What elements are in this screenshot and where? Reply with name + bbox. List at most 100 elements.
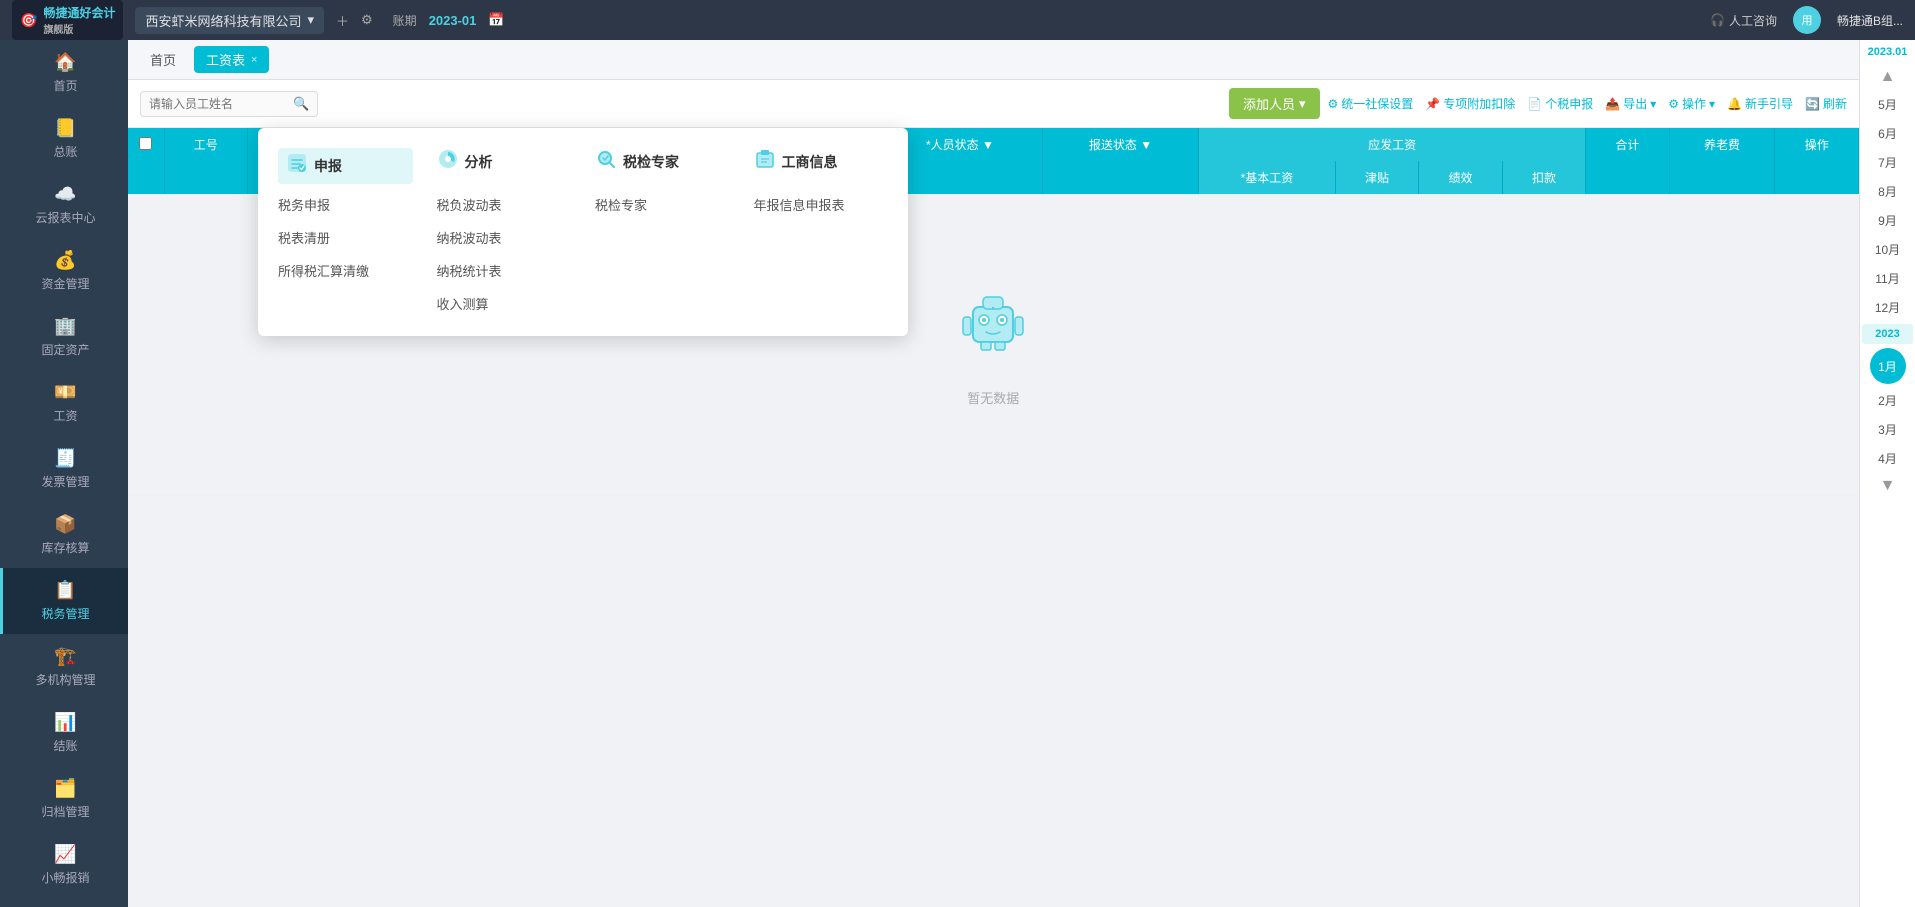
toolbar-anchor: 🔍 添加人员 ▾ ⚙ 统一社保设置 📌 专项附加扣除 (128, 80, 1859, 128)
menu-item-tax-expert[interactable]: 税检专家 (595, 192, 730, 217)
period-label: 账期 (393, 12, 417, 29)
menu-item-annual-report[interactable]: 年报信息申报表 (754, 192, 889, 217)
salary-icon: 💴 (54, 382, 76, 403)
sidebar-item-inventory[interactable]: 📦 库存核算 (0, 502, 128, 568)
chevron-down-icon: ▾ (307, 12, 314, 28)
calendar-month-3[interactable]: 3月 (1860, 415, 1915, 444)
th2-checkbox (128, 161, 164, 194)
menu-item-tax-burden-table[interactable]: 税负波动表 (437, 192, 572, 217)
multi-org-icon: 🏗️ (54, 646, 76, 667)
sidebar-item-archive[interactable]: 🗂️ 归档管理 (0, 766, 128, 832)
tab-home[interactable]: 首页 (140, 46, 186, 73)
settings-icon[interactable]: ⚙ (361, 12, 373, 28)
home-icon: 🏠 (54, 52, 76, 73)
operations-icon: ⚙ (1668, 97, 1679, 111)
sidebar-item-invoice[interactable]: 🧾 发票管理 (0, 436, 128, 502)
sidebar-item-ledger[interactable]: 📒 总账 (0, 106, 128, 172)
tab-salary[interactable]: 工资表 × (194, 46, 269, 73)
menu-item-tax-table-list[interactable]: 税表清册 (278, 225, 413, 250)
tab-close-icon[interactable]: × (251, 54, 257, 66)
ledger-icon: 📒 (54, 118, 76, 139)
calendar-month-2[interactable]: 2月 (1860, 386, 1915, 415)
th2-total (1586, 161, 1669, 194)
declaration-header: 申报 (278, 148, 413, 184)
calendar-month-11[interactable]: 11月 (1860, 264, 1915, 293)
calendar-month-8[interactable]: 8月 (1860, 177, 1915, 206)
headset-icon: 🎧 (1710, 13, 1725, 27)
app-name: 畅捷通好会计 (43, 4, 115, 21)
sidebar-item-home[interactable]: 🏠 首页 (0, 40, 128, 106)
calendar-month-12[interactable]: 12月 (1860, 293, 1915, 322)
add-dropdown-icon: ▾ (1299, 96, 1306, 112)
header-right: 🎧 人工咨询 用 畅捷通B组... (1710, 6, 1903, 34)
operations-btn[interactable]: ⚙ 操作 ▾ (1668, 95, 1715, 112)
top-header: 🎯 畅捷通好会计 旗舰版 西安虾米网络科技有限公司 ▾ ＋ ⚙ 账期 2023-… (0, 0, 1915, 40)
sidebar-item-tax-mgmt[interactable]: 📋 税务管理 (0, 568, 128, 634)
tax-return-icon: 📄 (1527, 97, 1542, 111)
app-logo: 🎯 畅捷通好会计 旗舰版 (12, 0, 123, 40)
plus-icon[interactable]: ＋ (336, 11, 349, 30)
support-button[interactable]: 🎧 人工咨询 (1710, 12, 1777, 29)
th2-report-status (1042, 161, 1198, 194)
calendar-icon[interactable]: 📅 (488, 12, 504, 28)
guide-label: 新手引导 (1745, 95, 1793, 112)
sidebar-item-fund[interactable]: 💰 资金管理 (0, 238, 128, 304)
scroll-up-icon[interactable]: ▲ (1860, 64, 1915, 90)
search-input[interactable] (149, 97, 289, 111)
th-performance: 绩效 (1419, 161, 1502, 194)
calendar-month-9[interactable]: 9月 (1860, 206, 1915, 235)
tax-expert-icon (595, 148, 617, 176)
guide-btn[interactable]: 🔔 新手引导 (1727, 95, 1793, 112)
xiao-report-icon: 📈 (54, 844, 76, 865)
menu-item-tax-stats-table[interactable]: 纳税统计表 (437, 258, 572, 283)
sidebar-label-multi-org: 多机构管理 (35, 671, 95, 688)
scroll-down-icon[interactable]: ▼ (1860, 473, 1915, 499)
sidebar-label-settlement: 结账 (53, 737, 77, 754)
menu-section-analysis: 分析 税负波动表 纳税波动表 纳税统计表 收入测算 (437, 148, 572, 316)
sidebar-item-settlement[interactable]: 📊 结账 (0, 700, 128, 766)
calendar-month-1-active[interactable]: 1月 (1870, 348, 1906, 384)
add-person-button[interactable]: 添加人员 ▾ (1229, 88, 1320, 119)
avatar: 用 (1793, 6, 1821, 34)
sidebar-label-inventory: 库存核算 (41, 539, 89, 556)
special-deduct-btn[interactable]: 📌 专项附加扣除 (1425, 95, 1515, 112)
sidebar-label-fund: 资金管理 (41, 275, 89, 292)
archive-icon: 🗂️ (54, 778, 76, 799)
refresh-label: 刷新 (1823, 95, 1847, 112)
menu-item-income-tax-clearance[interactable]: 所得税汇算清缴 (278, 258, 413, 283)
company-selector[interactable]: 西安虾米网络科技有限公司 ▾ (135, 7, 324, 34)
calendar-month-7[interactable]: 7月 (1860, 148, 1915, 177)
declaration-icon (286, 152, 308, 180)
social-settings-label: 统一社保设置 (1341, 95, 1413, 112)
sidebar-item-salary[interactable]: 💴 工资 (0, 370, 128, 436)
menu-section-tax-expert: 税检专家 税检专家 (595, 148, 730, 316)
export-icon: 📤 (1605, 97, 1620, 111)
tax-return-btn[interactable]: 📄 个税申报 (1527, 95, 1593, 112)
sidebar-item-cloud-report[interactable]: ☁️ 云报表中心 (0, 172, 128, 238)
calendar-month-4[interactable]: 4月 (1860, 444, 1915, 473)
export-label: 导出 (1623, 95, 1647, 112)
sidebar-label-tax-mgmt: 税务管理 (41, 605, 89, 622)
menu-item-tax-fluctuation-table[interactable]: 纳税波动表 (437, 225, 572, 250)
sidebar-item-multi-org[interactable]: 🏗️ 多机构管理 (0, 634, 128, 700)
sidebar-item-fixed-assets[interactable]: 🏢 固定资产 (0, 304, 128, 370)
sidebar-label-home: 首页 (53, 77, 77, 94)
export-btn[interactable]: 📤 导出 ▾ (1605, 95, 1656, 112)
social-settings-btn[interactable]: ⚙ 统一社保设置 (1328, 95, 1414, 112)
th-subsidy: 津贴 (1335, 161, 1418, 194)
th-checkbox[interactable] (128, 128, 164, 161)
calendar-month-5[interactable]: 5月 (1860, 90, 1915, 119)
operations-label: 操作 (1682, 95, 1706, 112)
search-icon: 🔍 (293, 96, 309, 112)
sidebar-item-xiao-report[interactable]: 📈 小畅报销 (0, 832, 128, 898)
calendar-month-10[interactable]: 10月 (1860, 235, 1915, 264)
select-all-checkbox[interactable] (139, 137, 152, 150)
company-name: 西安虾米网络科技有限公司 (145, 11, 301, 30)
sidebar-item-basic-settings[interactable]: ⚙️ 基础设置 (0, 898, 128, 907)
add-person-label: 添加人员 (1243, 94, 1295, 113)
menu-item-tax-declaration[interactable]: 税务申报 (278, 192, 413, 217)
refresh-btn[interactable]: 🔄 刷新 (1805, 95, 1847, 112)
calendar-month-6[interactable]: 6月 (1860, 119, 1915, 148)
menu-item-income-estimate[interactable]: 收入测算 (437, 291, 572, 316)
business-info-icon (754, 148, 776, 176)
